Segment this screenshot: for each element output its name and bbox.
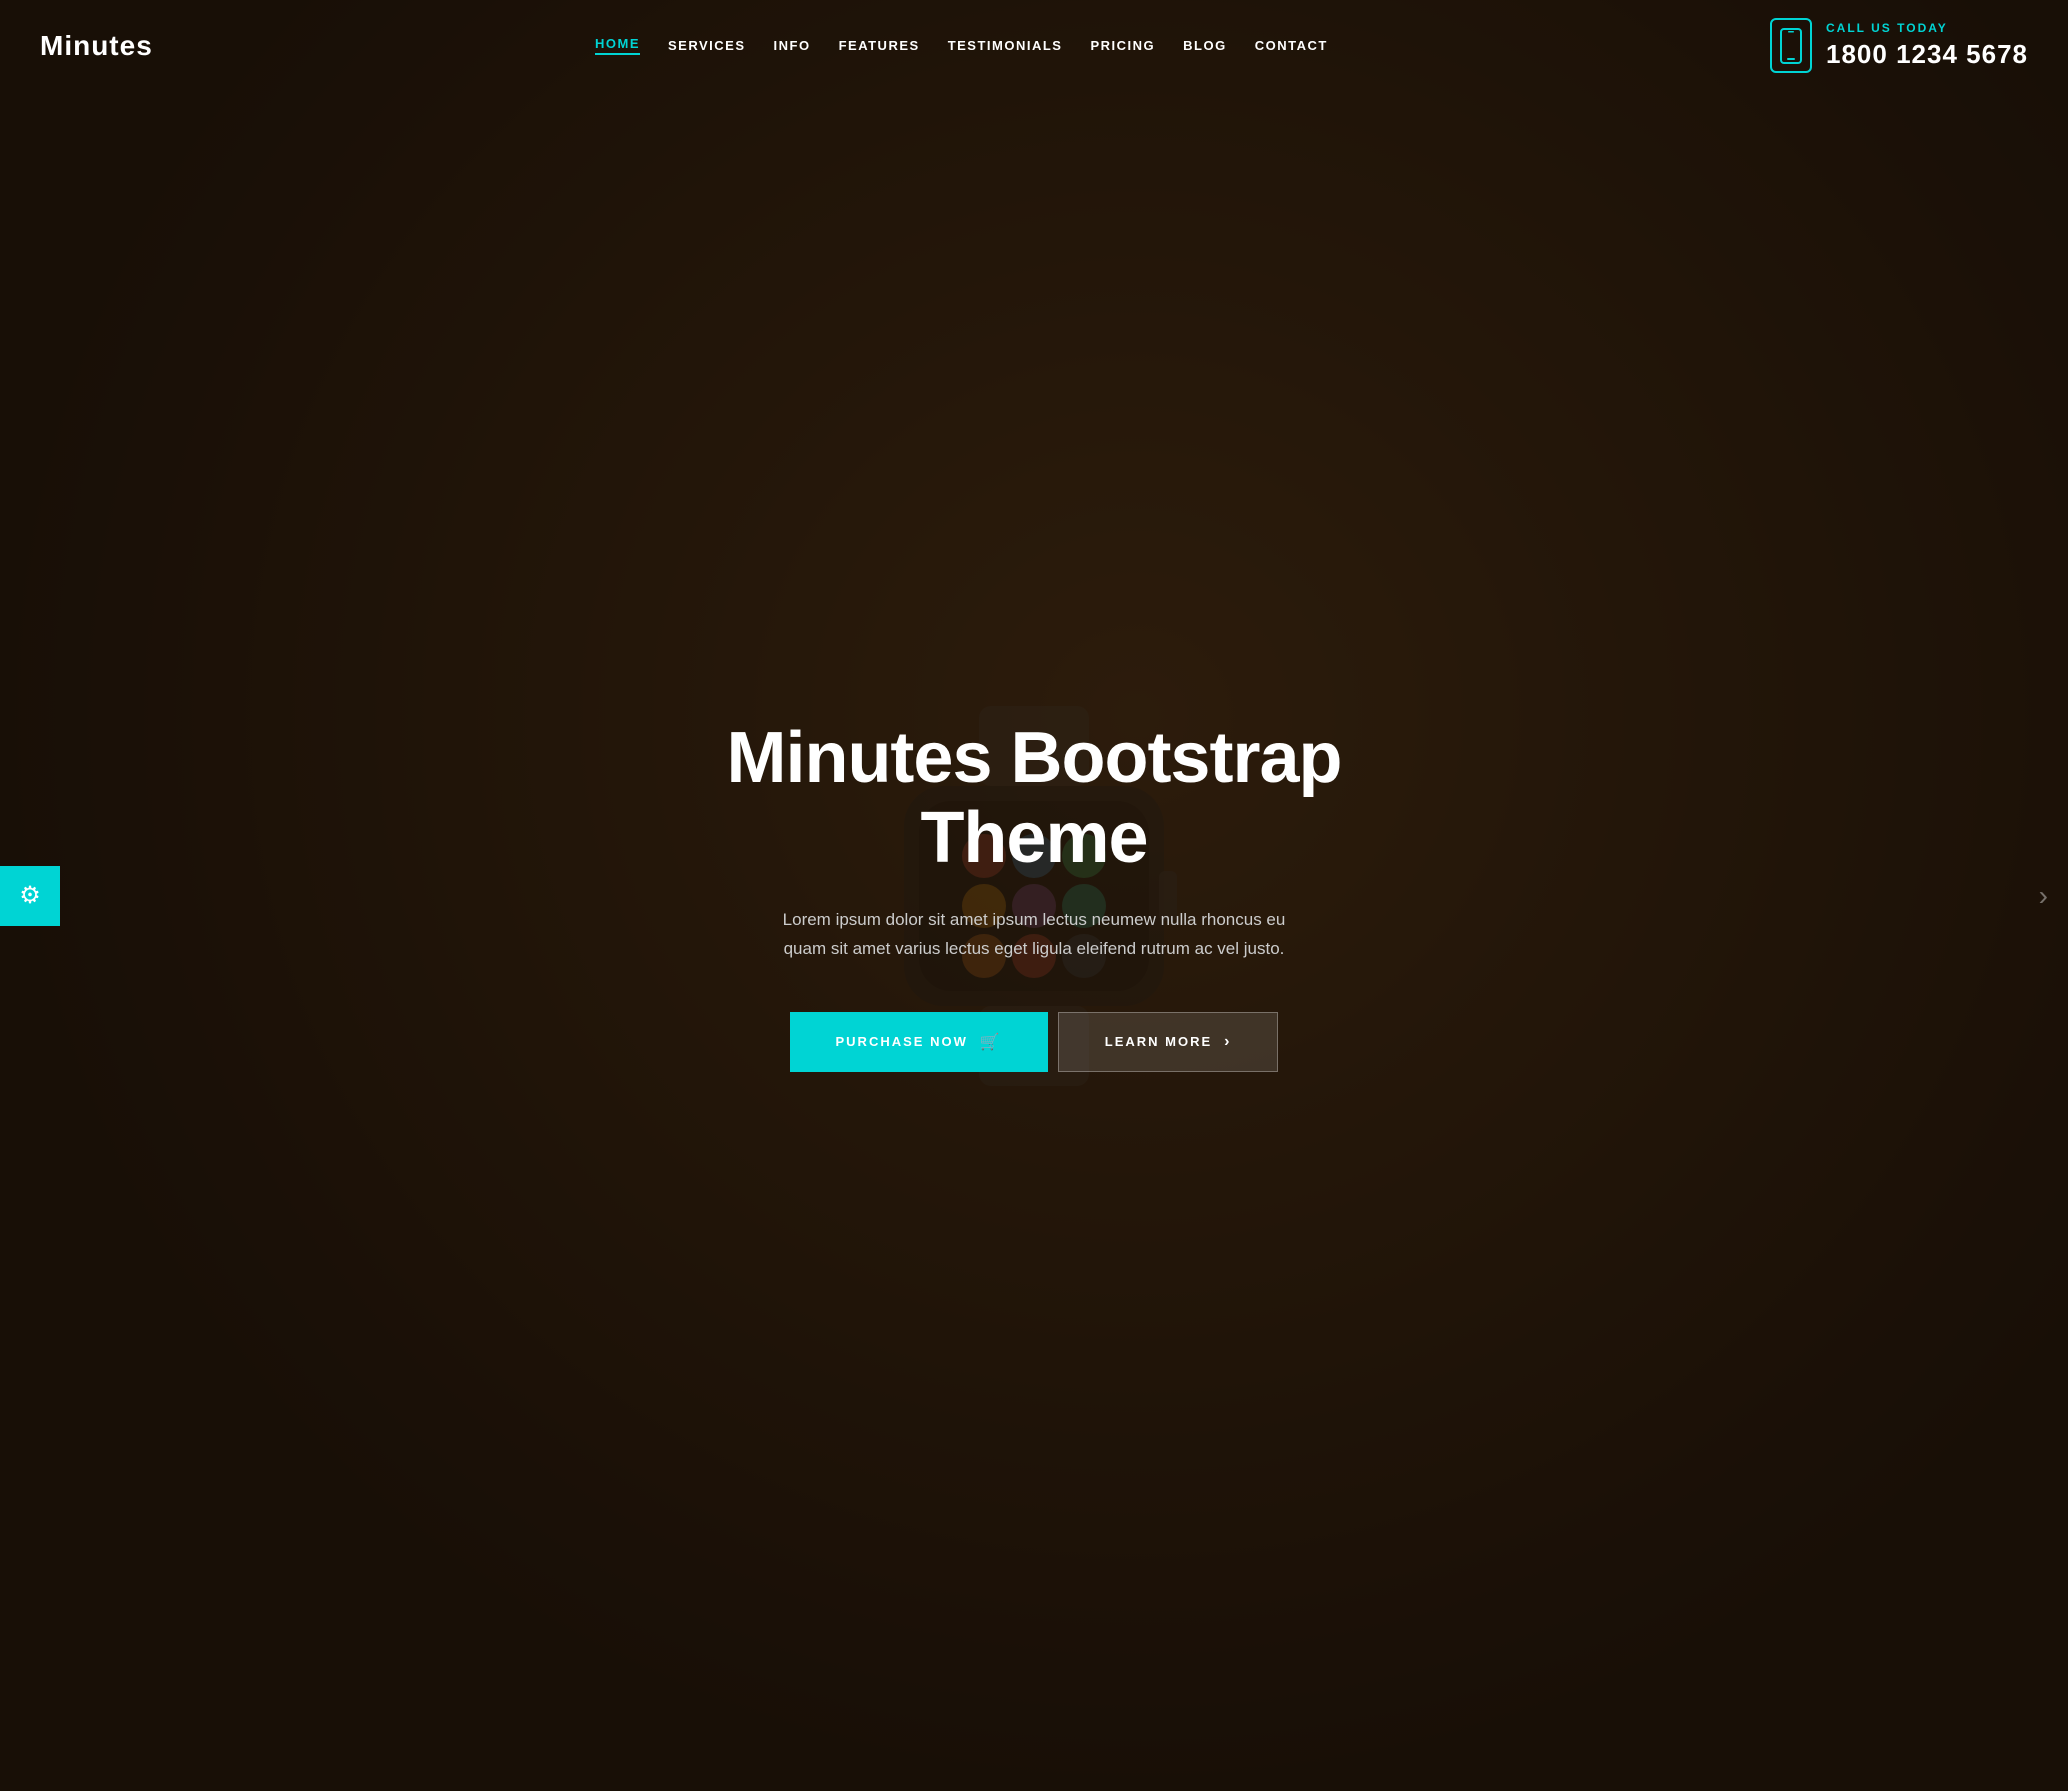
- hero-content: Minutes Bootstrap Theme Lorem ipsum dolo…: [634, 719, 1434, 1071]
- nav-item-pricing[interactable]: PRICING: [1090, 38, 1155, 53]
- nav-item-info[interactable]: INFO: [774, 38, 811, 53]
- cart-icon: 🛒: [980, 1032, 1002, 1052]
- nav-item-contact[interactable]: CONTACT: [1255, 38, 1328, 53]
- scroll-down-arrow[interactable]: ›: [2039, 880, 2048, 912]
- chevron-right-icon: ›: [1224, 1033, 1231, 1051]
- nav-item-services[interactable]: SERVICES: [668, 38, 746, 53]
- nav-item-home[interactable]: HOME: [595, 36, 640, 55]
- gear-icon: ⚙: [19, 881, 41, 910]
- learn-more-label: LEARN MORE: [1105, 1034, 1212, 1049]
- site-logo[interactable]: Minutes: [40, 30, 153, 62]
- nav-item-testimonials[interactable]: TESTIMONIALS: [948, 38, 1063, 53]
- call-number[interactable]: 1800 1234 5678: [1826, 39, 2028, 70]
- phone-icon: [1770, 18, 1812, 73]
- purchase-now-button[interactable]: PURCHASE NOW 🛒: [790, 1012, 1048, 1072]
- call-section: CALL US TODAY 1800 1234 5678: [1770, 18, 2028, 73]
- call-text: CALL US TODAY 1800 1234 5678: [1826, 21, 2028, 70]
- hero-section: Minutes Bootstrap Theme Lorem ipsum dolo…: [0, 0, 2068, 1791]
- site-header: Minutes HOME SERVICES INFO FEATURES TEST…: [0, 0, 2068, 91]
- settings-button[interactable]: ⚙: [0, 866, 60, 926]
- hero-subtitle: Lorem ipsum dolor sit amet ipsum lectus …: [764, 906, 1304, 964]
- learn-more-button[interactable]: LEARN MORE ›: [1058, 1012, 1279, 1072]
- main-nav: HOME SERVICES INFO FEATURES TESTIMONIALS…: [595, 36, 1328, 55]
- call-label: CALL US TODAY: [1826, 21, 2028, 35]
- nav-item-features[interactable]: FEATURES: [839, 38, 920, 53]
- nav-item-blog[interactable]: BLOG: [1183, 38, 1227, 53]
- purchase-label: PURCHASE NOW: [836, 1034, 968, 1049]
- hero-buttons: PURCHASE NOW 🛒 LEARN MORE ›: [664, 1012, 1404, 1072]
- hero-title: Minutes Bootstrap Theme: [664, 719, 1404, 877]
